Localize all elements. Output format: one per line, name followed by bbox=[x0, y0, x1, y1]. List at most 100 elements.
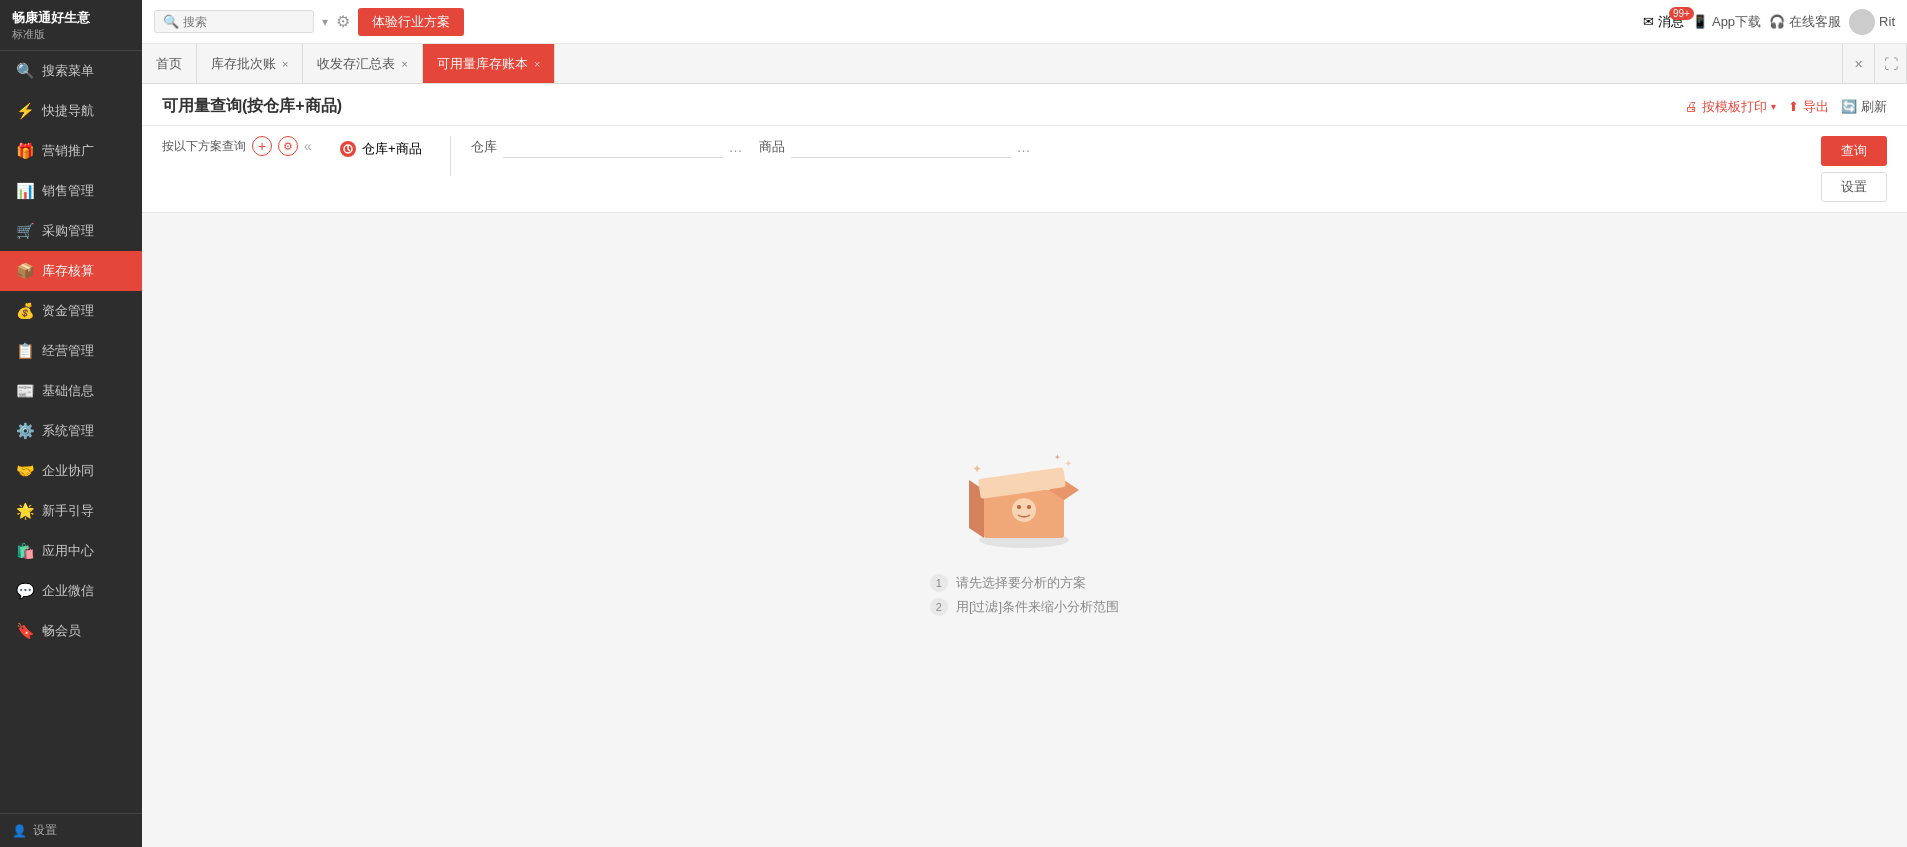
phone-icon: 📱 bbox=[1692, 14, 1708, 29]
sidebar-item-operation[interactable]: 📋 经营管理 bbox=[0, 331, 142, 371]
sidebar-item-wechat[interactable]: 💬 企业微信 bbox=[0, 571, 142, 611]
online-service-button[interactable]: 🎧 在线客服 bbox=[1769, 13, 1841, 31]
filter-label: 按以下方案查询 bbox=[162, 138, 246, 155]
empty-illustration: ✦ ✦ ✦ bbox=[964, 445, 1084, 558]
chevron-down-icon[interactable]: ▾ bbox=[322, 15, 328, 29]
search-icon: 🔍 bbox=[16, 62, 34, 80]
sales-icon: 📊 bbox=[16, 182, 34, 200]
product-field: 商品 … bbox=[759, 136, 1031, 158]
tab-available-ledger[interactable]: 可用量库存账本 × bbox=[423, 44, 555, 84]
sidebar-item-system[interactable]: ⚙️ 系统管理 bbox=[0, 411, 142, 451]
sidebar-item-inventory[interactable]: 📦 库存核算 bbox=[0, 251, 142, 291]
basic-icon: 📰 bbox=[16, 382, 34, 400]
tab-batch-label: 库存批次账 bbox=[211, 55, 276, 73]
sidebar-nav: 🔍 搜索菜单 ⚡ 快捷导航 🎁 营销推广 📊 销售管理 🛒 采购管理 📦 库存核… bbox=[0, 51, 142, 813]
setting-icon: ⚙ bbox=[283, 140, 293, 153]
inventory-icon: 📦 bbox=[16, 262, 34, 280]
warehouse-dots[interactable]: … bbox=[729, 139, 743, 155]
sidebar-item-label: 系统管理 bbox=[42, 422, 94, 440]
empty-state: ✦ ✦ ✦ 1 请先选择要分析的方案 2 用[过滤]条件来缩小分析范围 bbox=[930, 445, 1119, 616]
sidebar-bottom: 👤 设置 bbox=[0, 813, 142, 847]
warehouse-input[interactable] bbox=[503, 136, 723, 158]
sidebar-item-enterprise[interactable]: 🤝 企业协同 bbox=[0, 451, 142, 491]
sidebar-item-label: 快捷导航 bbox=[42, 102, 94, 120]
topbar-search-box[interactable]: 🔍 bbox=[154, 10, 314, 33]
print-button[interactable]: 🖨 按模板打印 ▾ bbox=[1685, 98, 1776, 116]
sidebar-item-label: 基础信息 bbox=[42, 382, 94, 400]
header-actions: 🖨 按模板打印 ▾ ⬆ 导出 🔄 刷新 bbox=[1685, 98, 1887, 116]
product-input[interactable] bbox=[791, 136, 1011, 158]
sidebar-item-label: 销售管理 bbox=[42, 182, 94, 200]
tab-batch-ledger[interactable]: 库存批次账 × bbox=[197, 44, 303, 84]
svg-point-7 bbox=[1012, 498, 1036, 522]
sidebar-bottom-icon: 👤 bbox=[12, 824, 27, 838]
sidebar-item-marketing[interactable]: 🎁 营销推广 bbox=[0, 131, 142, 171]
user-menu[interactable]: Rit bbox=[1849, 9, 1895, 35]
tabs-bar: 首页 库存批次账 × 收发存汇总表 × 可用量库存账本 × × ⛶ bbox=[142, 44, 1907, 84]
empty-box-svg: ✦ ✦ ✦ bbox=[964, 445, 1084, 555]
scheme-item[interactable]: 仓库+商品 bbox=[332, 136, 430, 162]
tip-2: 2 用[过滤]条件来缩小分析范围 bbox=[930, 598, 1119, 616]
content-area: 可用量查询(按仓库+商品) 🖨 按模板打印 ▾ ⬆ 导出 🔄 刷新 bbox=[142, 84, 1907, 847]
trial-button[interactable]: 体验行业方案 bbox=[358, 8, 464, 36]
purchase-icon: 🛒 bbox=[16, 222, 34, 240]
settings-button[interactable]: 设置 bbox=[1821, 172, 1887, 202]
sidebar-item-label: 应用中心 bbox=[42, 542, 94, 560]
sidebar-item-shortcut[interactable]: ⚡ 快捷导航 bbox=[0, 91, 142, 131]
sidebar-item-newbie[interactable]: 🌟 新手引导 bbox=[0, 491, 142, 531]
refresh-label: 刷新 bbox=[1861, 98, 1887, 116]
sidebar-item-label: 企业微信 bbox=[42, 582, 94, 600]
filter-collapse-button[interactable]: « bbox=[304, 138, 312, 154]
operation-icon: 📋 bbox=[16, 342, 34, 360]
filter-add-button[interactable]: + bbox=[252, 136, 272, 156]
message-icon: ✉ bbox=[1643, 14, 1654, 29]
query-button[interactable]: 查询 bbox=[1821, 136, 1887, 166]
app-download-button[interactable]: 📱 App下载 bbox=[1692, 13, 1761, 31]
sidebar-item-fund[interactable]: 💰 资金管理 bbox=[0, 291, 142, 331]
fund-icon: 💰 bbox=[16, 302, 34, 320]
search-icon: 🔍 bbox=[163, 14, 179, 29]
sidebar-item-basic[interactable]: 📰 基础信息 bbox=[0, 371, 142, 411]
tab-collect-close-icon[interactable]: × bbox=[401, 58, 407, 70]
sidebar: 畅康通好生意 标准版 🔍 搜索菜单 ⚡ 快捷导航 🎁 营销推广 📊 销售管理 🛒… bbox=[0, 0, 142, 847]
gear-icon[interactable]: ⚙ bbox=[336, 12, 350, 31]
message-button[interactable]: ✉ 消息 99+ bbox=[1643, 13, 1684, 31]
product-dots[interactable]: … bbox=[1017, 139, 1031, 155]
scheme-icon bbox=[340, 141, 356, 157]
filter-fields: 仓库 … 商品 … bbox=[471, 136, 1811, 158]
sidebar-item-label: 库存核算 bbox=[42, 262, 94, 280]
sidebar-item-label: 新手引导 bbox=[42, 502, 94, 520]
app-download-label: App下载 bbox=[1712, 13, 1761, 31]
svg-point-9 bbox=[1027, 505, 1031, 509]
marketing-icon: 🎁 bbox=[16, 142, 34, 160]
brand-subtitle: 标准版 bbox=[12, 27, 130, 42]
tab-batch-close-icon[interactable]: × bbox=[282, 58, 288, 70]
export-button[interactable]: ⬆ 导出 bbox=[1788, 98, 1829, 116]
sidebar-item-search[interactable]: 🔍 搜索菜单 bbox=[0, 51, 142, 91]
tab-collect-summary[interactable]: 收发存汇总表 × bbox=[303, 44, 422, 84]
tab-home[interactable]: 首页 bbox=[142, 44, 197, 84]
sidebar-item-sales[interactable]: 📊 销售管理 bbox=[0, 171, 142, 211]
tip-text-2: 用[过滤]条件来缩小分析范围 bbox=[956, 598, 1119, 616]
tab-available-close-icon[interactable]: × bbox=[534, 58, 540, 70]
sidebar-item-label: 搜索菜单 bbox=[42, 62, 94, 80]
filter-setting-button[interactable]: ⚙ bbox=[278, 136, 298, 156]
filter-scheme-list: 仓库+商品 bbox=[332, 136, 430, 162]
sidebar-item-label: 营销推广 bbox=[42, 142, 94, 160]
sidebar-item-label: 企业协同 bbox=[42, 462, 94, 480]
newbie-icon: 🌟 bbox=[16, 502, 34, 520]
scheme-item-label: 仓库+商品 bbox=[362, 140, 422, 158]
close-all-tabs-button[interactable]: × bbox=[1843, 44, 1875, 84]
sidebar-item-purchase[interactable]: 🛒 采购管理 bbox=[0, 211, 142, 251]
sidebar-bottom-text: 设置 bbox=[33, 822, 57, 839]
sidebar-item-member[interactable]: 🔖 畅会员 bbox=[0, 611, 142, 651]
sidebar-item-appcenter[interactable]: 🛍️ 应用中心 bbox=[0, 531, 142, 571]
refresh-button[interactable]: 🔄 刷新 bbox=[1841, 98, 1887, 116]
tab-home-label: 首页 bbox=[156, 55, 182, 73]
headset-icon: 🎧 bbox=[1769, 14, 1785, 29]
print-icon: 🖨 bbox=[1685, 99, 1698, 114]
expand-icon[interactable]: ⛶ bbox=[1875, 44, 1907, 84]
search-input[interactable] bbox=[183, 15, 293, 29]
tip-text-1: 请先选择要分析的方案 bbox=[956, 574, 1086, 592]
page-header: 可用量查询(按仓库+商品) 🖨 按模板打印 ▾ ⬆ 导出 🔄 刷新 bbox=[142, 84, 1907, 126]
